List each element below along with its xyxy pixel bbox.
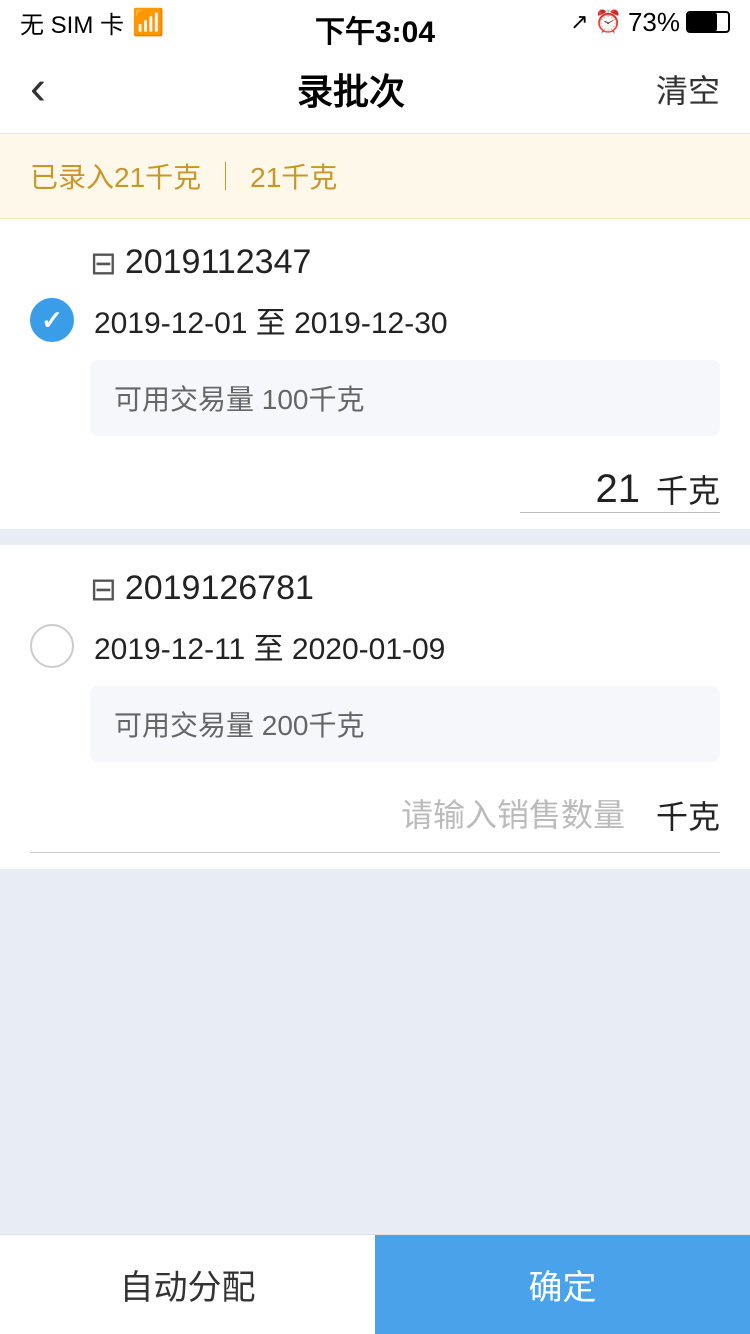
battery-percent: 73%: [628, 7, 680, 38]
wifi-icon: 📶: [132, 7, 164, 38]
status-right: ↗ ⏰ 73%: [570, 7, 730, 38]
batch1-amount-unit: 千克: [656, 466, 720, 512]
batch2-input-area: 千克: [0, 772, 750, 853]
card-separator-1: [0, 529, 750, 545]
location-icon: ↗: [570, 9, 588, 35]
batch2-radio[interactable]: [30, 624, 74, 668]
batch2-date: 2019-12-11 至 2020-01-09: [94, 624, 445, 668]
status-left: 无 SIM 卡 📶: [20, 5, 164, 40]
batch2-icon: ⊟: [90, 570, 117, 608]
batch1-date: 2019-12-01 至 2019-12-30: [94, 298, 448, 342]
batch2-input-row: 千克: [30, 792, 720, 838]
batch2-id: 2019126781: [125, 569, 314, 608]
bottom-bar: 自动分配 确定: [0, 1234, 750, 1334]
card-separator-2: [0, 869, 750, 885]
batch1-avail: 可用交易量 100千克: [90, 360, 720, 436]
empty-space: [0, 885, 750, 1265]
batch-card-1: ⊟ 2019112347 2019-12-01 至 2019-12-30 可用交…: [0, 219, 750, 529]
batch1-icon: ⊟: [90, 244, 117, 282]
batch-card-2: ⊟ 2019126781 2019-12-11 至 2020-01-09 可用交…: [0, 545, 750, 869]
summary-bar: 已录入21千克 21千克: [0, 134, 750, 219]
page-title: 录批次: [297, 63, 405, 115]
status-bar: 无 SIM 卡 📶 下午3:04 ↗ ⏰ 73%: [0, 0, 750, 44]
batch1-radio[interactable]: [30, 298, 74, 342]
batch2-id-row: ⊟ 2019126781: [90, 569, 720, 608]
batch2-unit: 千克: [656, 792, 720, 838]
batch1-amount-wrapper: 21 千克: [0, 446, 750, 513]
batch2-avail: 可用交易量 200千克: [90, 686, 720, 762]
battery-icon: [686, 11, 730, 33]
batch1-date-row[interactable]: 2019-12-01 至 2019-12-30: [30, 298, 720, 342]
clear-button[interactable]: 清空: [656, 66, 720, 112]
batch2-date-row[interactable]: 2019-12-11 至 2020-01-09: [30, 624, 720, 668]
auto-distribute-button[interactable]: 自动分配: [0, 1235, 375, 1334]
back-button[interactable]: ‹: [30, 61, 46, 116]
batch1-id-row: ⊟ 2019112347: [90, 243, 720, 282]
batch1-id: 2019112347: [125, 243, 312, 282]
nav-bar: ‹ 录批次 清空: [0, 44, 750, 134]
quantity-input[interactable]: [30, 797, 640, 834]
summary-divider: [225, 162, 226, 190]
summary-recorded-label: 已录入21千克: [30, 156, 201, 196]
alarm-icon: ⏰: [595, 9, 622, 35]
batch1-amount-value: 21: [595, 467, 640, 512]
summary-value: 21千克: [250, 156, 337, 196]
confirm-button[interactable]: 确定: [375, 1235, 750, 1334]
sim-text: 无 SIM 卡: [20, 5, 124, 40]
batch1-amount-inner: 21 千克: [0, 446, 750, 512]
status-time: 下午3:04: [315, 7, 435, 51]
